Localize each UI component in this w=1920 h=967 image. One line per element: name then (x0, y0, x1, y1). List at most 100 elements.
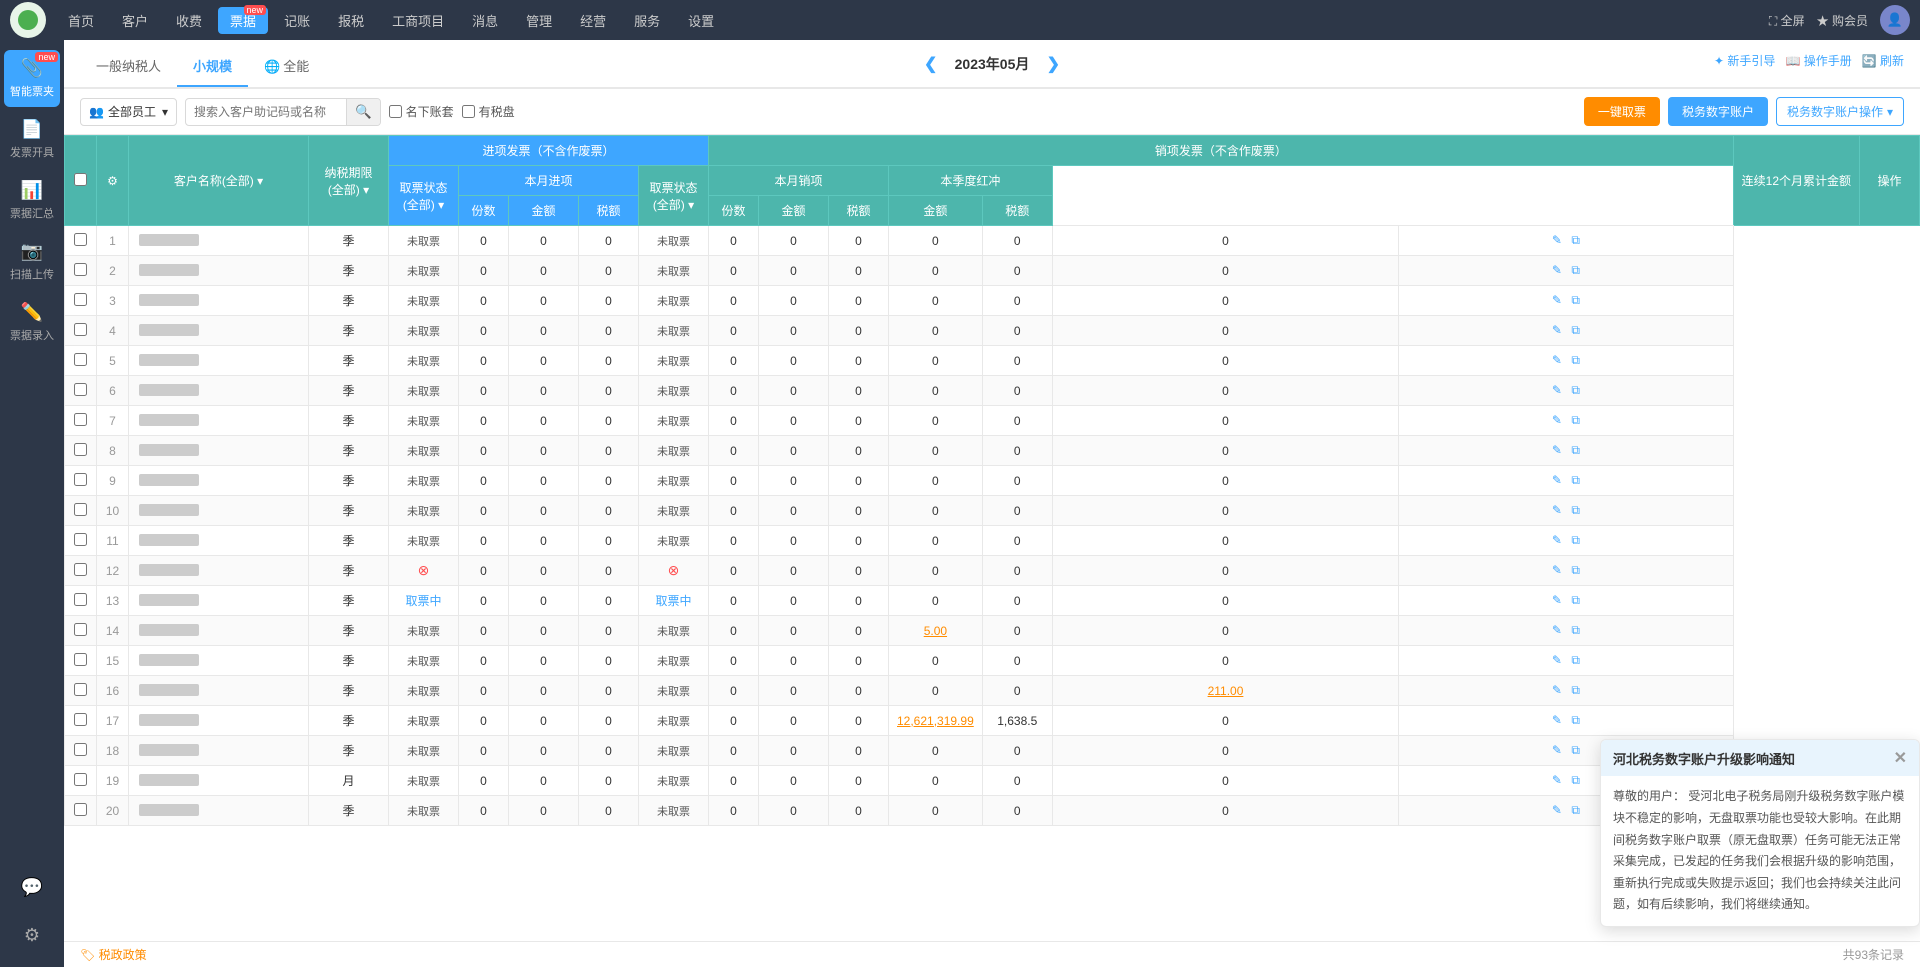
sub-account-checkbox[interactable] (389, 105, 402, 118)
edit-icon[interactable]: ✎ (1552, 353, 1562, 367)
next-month-btn[interactable]: ❯ (1041, 52, 1065, 76)
edit-icon[interactable]: ✎ (1552, 593, 1562, 607)
row-select-checkbox[interactable] (74, 323, 87, 336)
edit-icon[interactable]: ✎ (1552, 383, 1562, 397)
row-select-checkbox[interactable] (74, 443, 87, 456)
row-select-checkbox[interactable] (74, 713, 87, 726)
copy-icon[interactable]: ⧉ (1571, 383, 1580, 397)
edit-icon[interactable]: ✎ (1552, 653, 1562, 667)
sidebar-item-issue[interactable]: 📄 发票开具 (4, 111, 60, 168)
new-guide-link[interactable]: ✦ 新手引导 (1714, 52, 1775, 69)
copy-icon[interactable]: ⧉ (1571, 653, 1580, 667)
row-select-checkbox[interactable] (74, 293, 87, 306)
nav-home[interactable]: 首页 (56, 7, 106, 34)
row-select-checkbox[interactable] (74, 803, 87, 816)
popup-close-btn[interactable]: ✕ (1894, 748, 1907, 768)
row-select-checkbox[interactable] (74, 353, 87, 366)
row-select-checkbox[interactable] (74, 563, 87, 576)
row-select-checkbox[interactable] (74, 413, 87, 426)
sidebar-item-scan[interactable]: 📷 扫描上传 (4, 233, 60, 290)
row-select-checkbox[interactable] (74, 653, 87, 666)
sidebar-chat-btn[interactable]: 💬 (12, 867, 52, 907)
tab-general-taxpayer[interactable]: 一般纳税人 (80, 44, 177, 87)
nav-tax[interactable]: 报税 (326, 7, 376, 34)
tax-digital-account-op-btn[interactable]: 税务数字账户操作 ▾ (1776, 97, 1904, 126)
copy-icon[interactable]: ⧉ (1571, 803, 1580, 817)
employee-filter[interactable]: 👥 全部员工 ▾ (80, 98, 177, 126)
search-input[interactable] (186, 105, 346, 119)
row-select-checkbox[interactable] (74, 593, 87, 606)
row-select-checkbox[interactable] (74, 263, 87, 276)
nav-commerce[interactable]: 工商项目 (380, 7, 456, 34)
edit-icon[interactable]: ✎ (1552, 293, 1562, 307)
copy-icon[interactable]: ⧉ (1571, 623, 1580, 637)
sidebar-settings-btn[interactable]: ⚙ (12, 915, 52, 955)
row-select-checkbox[interactable] (74, 743, 87, 756)
user-avatar[interactable]: 👤 (1880, 5, 1910, 35)
edit-icon[interactable]: ✎ (1552, 503, 1562, 517)
prev-month-btn[interactable]: ❮ (919, 52, 943, 76)
nav-invoice[interactable]: 票据new (218, 7, 268, 34)
manual-link[interactable]: 📖 操作手册 (1785, 52, 1851, 69)
copy-icon[interactable]: ⧉ (1571, 443, 1580, 457)
tax-digital-account-btn[interactable]: 税务数字账户 (1668, 97, 1768, 126)
nav-manage[interactable]: 管理 (514, 7, 564, 34)
row-select-checkbox[interactable] (74, 503, 87, 516)
edit-icon[interactable]: ✎ (1552, 233, 1562, 247)
th-tax-period[interactable]: 纳税期限(全部) ▾ (309, 136, 389, 226)
sidebar-item-summary[interactable]: 📊 票据汇总 (4, 172, 60, 229)
edit-icon[interactable]: ✎ (1552, 563, 1562, 577)
tax-policy-link[interactable]: 🏷 税政政策 (80, 946, 147, 963)
vip-btn[interactable]: ★ 购会员 (1817, 12, 1868, 29)
copy-icon[interactable]: ⧉ (1571, 293, 1580, 307)
edit-icon[interactable]: ✎ (1552, 683, 1562, 697)
copy-icon[interactable]: ⧉ (1571, 683, 1580, 697)
search-button[interactable]: 🔍 (346, 99, 380, 125)
edit-icon[interactable]: ✎ (1552, 443, 1562, 457)
edit-icon[interactable]: ✎ (1552, 263, 1562, 277)
edit-icon[interactable]: ✎ (1552, 803, 1562, 817)
th-fetch-status-out[interactable]: 取票状态(全部) ▾ (639, 166, 709, 226)
copy-icon[interactable]: ⧉ (1571, 323, 1580, 337)
sidebar-item-entry[interactable]: ✏️ 票据录入 (4, 294, 60, 351)
copy-icon[interactable]: ⧉ (1571, 713, 1580, 727)
edit-icon[interactable]: ✎ (1552, 473, 1562, 487)
row-select-checkbox[interactable] (74, 773, 87, 786)
copy-icon[interactable]: ⧉ (1571, 593, 1580, 607)
copy-icon[interactable]: ⧉ (1571, 563, 1580, 577)
copy-icon[interactable]: ⧉ (1571, 503, 1580, 517)
nav-service[interactable]: 服务 (622, 7, 672, 34)
th-client-name[interactable]: 客户名称(全部) ▾ (129, 136, 309, 226)
row-select-checkbox[interactable] (74, 683, 87, 696)
row-select-checkbox[interactable] (74, 533, 87, 546)
copy-icon[interactable]: ⧉ (1571, 263, 1580, 277)
refresh-link[interactable]: 🔄 刷新 (1862, 52, 1904, 69)
row-select-checkbox[interactable] (74, 623, 87, 636)
row-select-checkbox[interactable] (74, 233, 87, 246)
has-tax-checkbox-label[interactable]: 有税盘 (462, 103, 515, 120)
tab-all[interactable]: 🌐全能 (248, 44, 325, 87)
copy-icon[interactable]: ⧉ (1571, 533, 1580, 547)
nav-operation[interactable]: 经营 (568, 7, 618, 34)
edit-icon[interactable]: ✎ (1552, 743, 1562, 757)
sidebar-item-invoice-bag[interactable]: 📎 智能票夹 new (4, 50, 60, 107)
copy-icon[interactable]: ⧉ (1571, 353, 1580, 367)
copy-icon[interactable]: ⧉ (1571, 743, 1580, 757)
row-select-checkbox[interactable] (74, 473, 87, 486)
has-tax-checkbox[interactable] (462, 105, 475, 118)
copy-icon[interactable]: ⧉ (1571, 413, 1580, 427)
edit-icon[interactable]: ✎ (1552, 773, 1562, 787)
row-select-checkbox[interactable] (74, 383, 87, 396)
nav-message[interactable]: 消息 (460, 7, 510, 34)
nav-settings[interactable]: 设置 (676, 7, 726, 34)
nav-client[interactable]: 客户 (110, 7, 160, 34)
nav-accounting[interactable]: 记账 (272, 7, 322, 34)
nav-fee[interactable]: 收费 (164, 7, 214, 34)
edit-icon[interactable]: ✎ (1552, 323, 1562, 337)
edit-icon[interactable]: ✎ (1552, 623, 1562, 637)
one-key-fetch-btn[interactable]: 一键取票 (1584, 97, 1660, 126)
edit-icon[interactable]: ✎ (1552, 533, 1562, 547)
copy-icon[interactable]: ⧉ (1571, 233, 1580, 247)
select-all-checkbox[interactable] (74, 173, 87, 186)
th-fetch-status-in[interactable]: 取票状态(全部) ▾ (389, 166, 459, 226)
